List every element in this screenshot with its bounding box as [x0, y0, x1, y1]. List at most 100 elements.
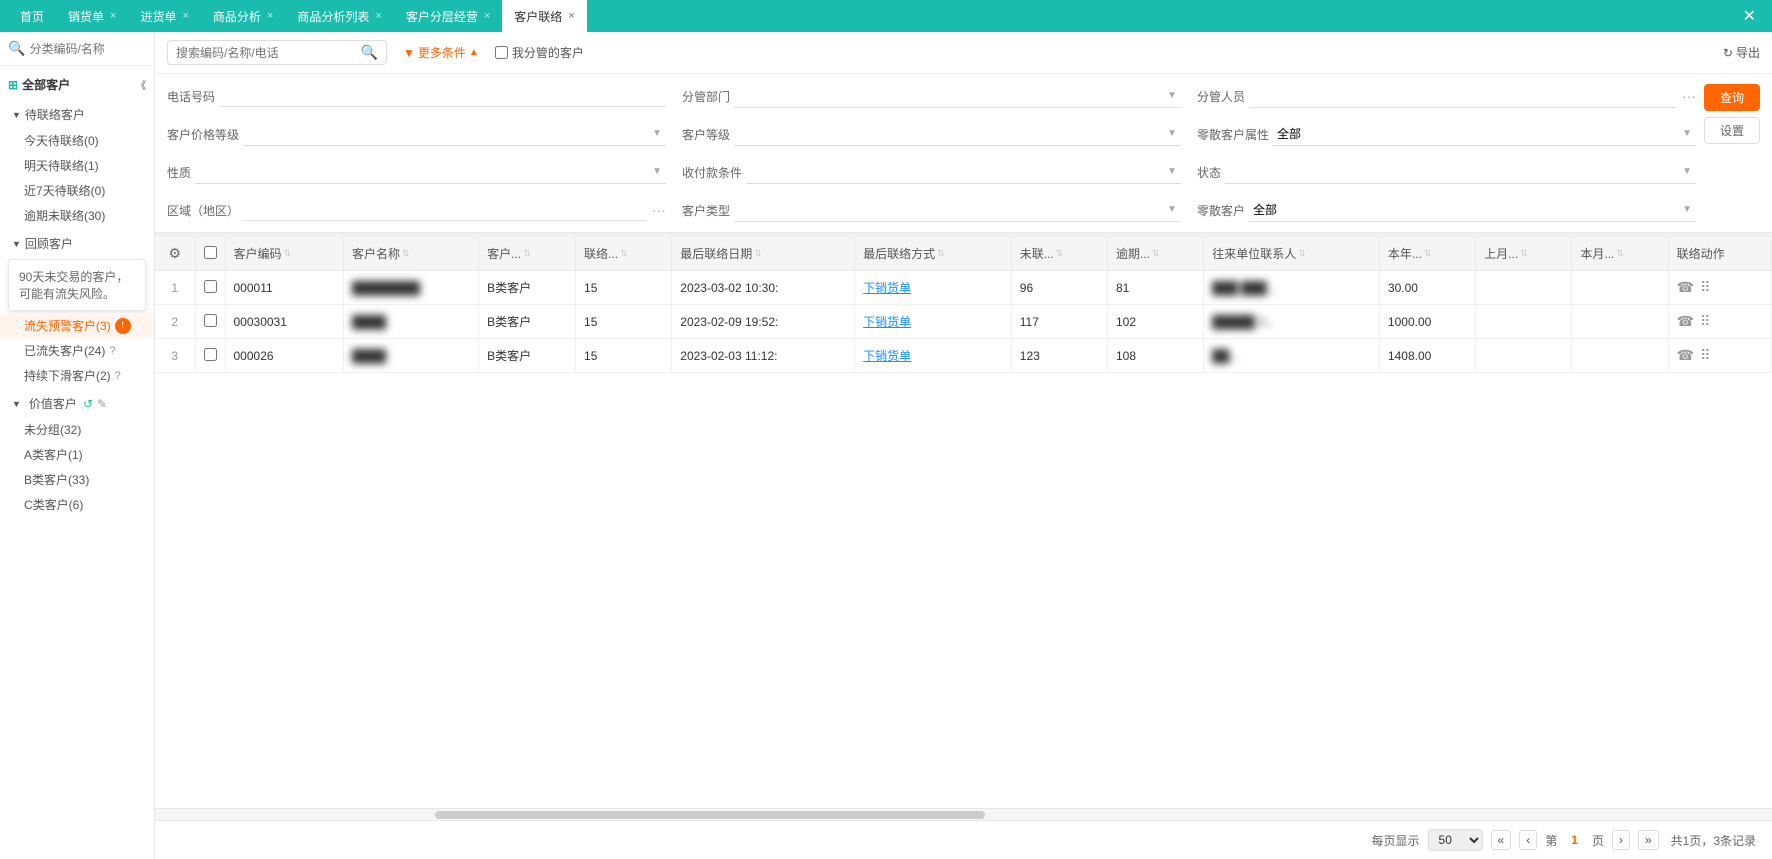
- collapse-icon[interactable]: 《: [136, 77, 146, 92]
- tab-purchase-close[interactable]: ×: [182, 10, 188, 22]
- gear-icon-th[interactable]: ⚙: [168, 245, 181, 261]
- settings-button[interactable]: 设置: [1704, 117, 1760, 144]
- close-all-button[interactable]: ✕: [1735, 6, 1764, 26]
- my-customers-checkbox-wrap[interactable]: 我分管的客户: [495, 44, 584, 61]
- filter-status-select[interactable]: ▼: [1225, 160, 1696, 184]
- cell-check-2[interactable]: [195, 339, 225, 373]
- row-checkbox-1[interactable]: [204, 314, 217, 327]
- filter-dept-select[interactable]: ▼: [734, 84, 1181, 108]
- filter-cust-grade: 客户等级 ▼: [682, 120, 1181, 148]
- th-this-month-label: 本月...: [1580, 245, 1614, 262]
- tab-customer-contact-close[interactable]: ×: [568, 10, 574, 22]
- action-contact-icon-2[interactable]: ☎: [1677, 347, 1694, 364]
- action-contact-icon-1[interactable]: ☎: [1677, 313, 1694, 330]
- more-filter-button[interactable]: ▼ 更多条件 ▲: [395, 41, 487, 64]
- filter-cust-type-select[interactable]: ▼: [734, 198, 1181, 222]
- select-all-checkbox[interactable]: [204, 246, 217, 259]
- tab-sales-close[interactable]: ×: [110, 10, 116, 22]
- page-size-select[interactable]: 50 100 200: [1428, 829, 1483, 851]
- filter-region-input[interactable]: [243, 200, 646, 221]
- sidebar-group-value-header[interactable]: ▼ 价值客户 ↺ ✎: [0, 390, 154, 417]
- filter-dept: 分管部门 ▼: [682, 82, 1181, 110]
- tab-customer-tier[interactable]: 客户分层经营 ×: [394, 0, 502, 32]
- cell-last-date-0: 2023-03-02 10:30:: [672, 271, 855, 305]
- tab-home[interactable]: 首页: [8, 0, 56, 32]
- sort-icon-this-month: ⇅: [1616, 248, 1624, 259]
- tab-analysis-list[interactable]: 商品分析列表 ×: [285, 0, 393, 32]
- cell-check-0[interactable]: [195, 271, 225, 305]
- sidebar-item-ungroup[interactable]: 未分组(32): [0, 417, 154, 442]
- cell-last-method-0[interactable]: 下销货单: [855, 271, 1012, 305]
- my-customers-label: 我分管的客户: [512, 44, 584, 61]
- sidebar-item-a-class-label: A类客户(1): [24, 448, 83, 462]
- tab-analysis-list-close[interactable]: ×: [375, 10, 381, 22]
- sidebar-item-tomorrow[interactable]: 明天待联络(1): [0, 153, 154, 178]
- action-contact-icon-0[interactable]: ☎: [1677, 279, 1694, 296]
- cell-this-month-0: [1572, 271, 1668, 305]
- sidebar-group-pending-header[interactable]: ▼ 待联络客户: [0, 101, 154, 128]
- action-more-icon-1[interactable]: ⠿: [1700, 313, 1710, 330]
- sidebar-item-overdue[interactable]: 逾期未联络(30): [0, 203, 154, 228]
- cell-last-method-2[interactable]: 下销货单: [855, 339, 1012, 373]
- sidebar-item-churned[interactable]: 已流失客户(24) ?: [0, 338, 154, 363]
- sidebar-search-bar: 🔍: [0, 32, 154, 66]
- search-button[interactable]: 🔍: [361, 44, 378, 61]
- first-page-button[interactable]: «: [1491, 830, 1512, 850]
- tab-sales[interactable]: 销货单 ×: [56, 0, 128, 32]
- scrollbar-area[interactable]: [155, 808, 1772, 820]
- grid-icon: ⊞: [8, 78, 18, 92]
- sidebar-group-value: ▼ 价值客户 ↺ ✎ 未分组(32) A类客户(1) B类客户(33) C类客户…: [0, 390, 154, 517]
- filter-price-grade-select[interactable]: ▼: [243, 122, 666, 146]
- filter-phone-input[interactable]: [219, 86, 666, 107]
- next-page-button[interactable]: ›: [1612, 830, 1630, 850]
- filter-scattered-attr-select[interactable]: 全部 ▼: [1273, 122, 1696, 146]
- edit-icon[interactable]: ✎: [97, 397, 107, 411]
- filter-region-ellipsis[interactable]: ···: [652, 202, 666, 218]
- refresh-icon[interactable]: ↺: [83, 397, 93, 411]
- action-more-icon-2[interactable]: ⠿: [1700, 347, 1710, 364]
- tab-purchase[interactable]: 进货单 ×: [128, 0, 200, 32]
- tab-analysis[interactable]: 商品分析 ×: [201, 0, 285, 32]
- filter-scattered-cust-select[interactable]: 全部 ▼: [1249, 198, 1696, 222]
- sidebar-item-c-class[interactable]: C类客户(6): [0, 492, 154, 517]
- filter-person-select[interactable]: [1249, 84, 1676, 108]
- filter-scattered-cust-label: 零散客户: [1197, 202, 1245, 219]
- sidebar-item-a-class[interactable]: A类客户(1): [0, 442, 154, 467]
- customers-table: ⚙ 客户编码 ⇅ 客户名称: [155, 237, 1772, 373]
- tab-customer-tier-close[interactable]: ×: [484, 10, 490, 22]
- scrollbar-thumb[interactable]: [435, 811, 985, 819]
- sidebar-all-customers[interactable]: ⊞ 全部客户 《: [0, 70, 154, 99]
- filter-nature-select[interactable]: ▼: [195, 160, 666, 184]
- row-checkbox-2[interactable]: [204, 348, 217, 361]
- filter-nature-label: 性质: [167, 164, 191, 181]
- export-label: 导出: [1736, 44, 1760, 61]
- sort-icon-name: ⇅: [402, 248, 410, 259]
- filter-payment-select[interactable]: ▼: [746, 160, 1181, 184]
- action-more-icon-0[interactable]: ⠿: [1700, 279, 1710, 296]
- export-button[interactable]: ↻ 导出: [1723, 44, 1760, 61]
- query-button[interactable]: 查询: [1704, 84, 1760, 111]
- tab-customer-contact[interactable]: 客户联络 ×: [502, 0, 586, 32]
- sidebar-item-churn-warning[interactable]: 流失预警客户(3) !: [0, 313, 154, 338]
- my-customers-checkbox[interactable]: [495, 46, 508, 59]
- sort-icon-type: ⇅: [523, 248, 531, 259]
- sidebar-item-b-class[interactable]: B类客户(33): [0, 467, 154, 492]
- tab-customer-tier-label: 客户分层经营: [406, 8, 478, 25]
- last-page-button[interactable]: »: [1638, 830, 1659, 850]
- search-input[interactable]: [176, 46, 357, 60]
- sidebar-item-declining[interactable]: 持续下滑客户(2) ?: [0, 363, 154, 388]
- sidebar-search-input[interactable]: [29, 42, 155, 56]
- tab-analysis-close[interactable]: ×: [267, 10, 273, 22]
- filter-scattered-cust: 零散客户 全部 ▼: [1197, 196, 1696, 224]
- sidebar-group-review-header[interactable]: ▼ 回顾客户: [0, 230, 154, 257]
- prev-page-button[interactable]: ‹: [1519, 830, 1537, 850]
- sidebar-item-today[interactable]: 今天待联络(0): [0, 128, 154, 153]
- cell-check-1[interactable]: [195, 305, 225, 339]
- cell-code-0: 000011: [225, 271, 343, 305]
- sort-icon-person: ⇅: [1298, 248, 1306, 259]
- cell-last-method-1[interactable]: 下销货单: [855, 305, 1012, 339]
- filter-person-ellipsis[interactable]: ···: [1682, 88, 1696, 104]
- row-checkbox-0[interactable]: [204, 280, 217, 293]
- filter-cust-grade-select[interactable]: ▼: [734, 122, 1181, 146]
- sidebar-item-7days[interactable]: 近7天待联络(0): [0, 178, 154, 203]
